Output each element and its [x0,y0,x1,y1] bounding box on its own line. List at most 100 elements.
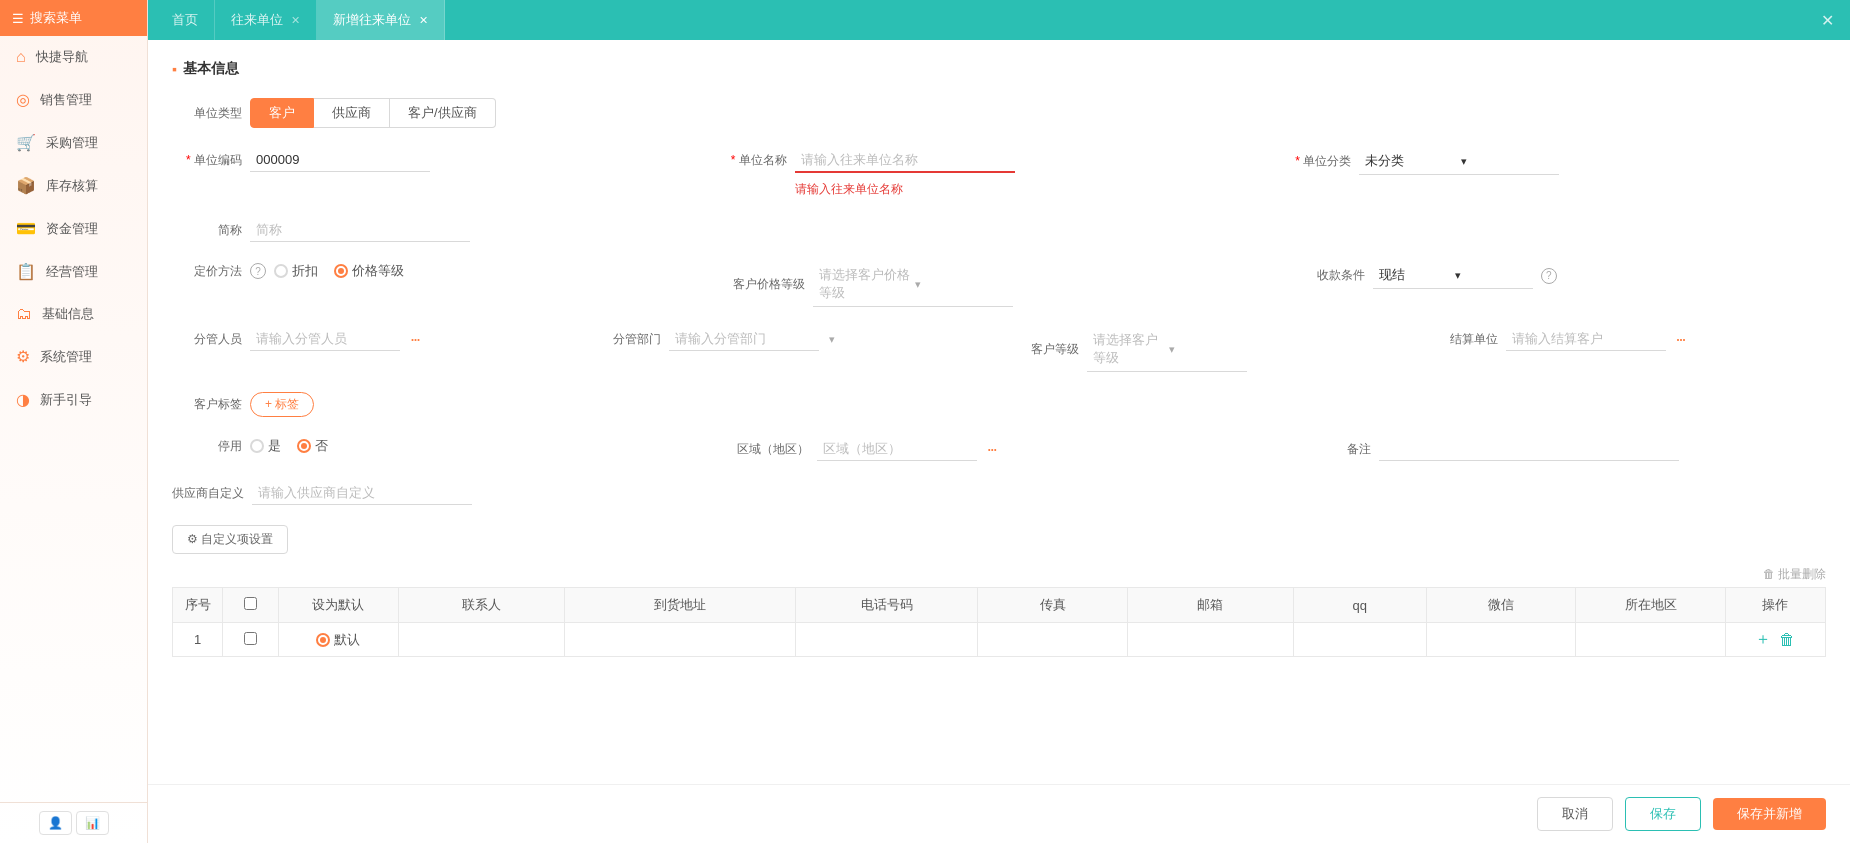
row-default-radio[interactable] [316,633,330,647]
manager-more-icon[interactable]: ··· [408,329,421,350]
unit-type-supplier-btn[interactable]: 供应商 [314,98,390,128]
tab-new-partner-label: 新增往来单位 [333,11,411,29]
sidebar-search[interactable]: ☰ 搜索菜单 [0,0,147,36]
sidebar-item-system[interactable]: ⚙ 系统管理 [0,335,147,378]
pricing-radio-group: 折扣 价格等级 [274,262,404,280]
row-phone-input[interactable] [842,632,932,647]
row-contact-cell [398,623,564,657]
cancel-button[interactable]: 取消 [1537,797,1613,831]
abbr-label: 简称 [172,222,242,239]
sidebar-item-label: 库存核算 [46,177,98,195]
tab-home-label: 首页 [172,11,198,29]
customer-level-arrow-icon: ▾ [1169,343,1241,356]
sidebar-item-inventory[interactable]: 📦 库存核算 [0,164,147,207]
payment-help-icon[interactable]: ? [1541,268,1557,284]
payment-terms-select[interactable]: 现结 ▾ [1373,262,1533,289]
pricing-radio-discount[interactable]: 折扣 [274,262,318,280]
col-default: 设为默认 [278,588,398,623]
section-icon: ▪ [172,61,177,77]
form-content: ▪ 基本信息 单位类型 客户 供应商 客户/供应商 单位编码 单位名称 [148,40,1850,784]
select-all-checkbox[interactable] [244,597,257,610]
manager-label: 分管人员 [172,331,242,348]
unit-category-select[interactable]: 未分类 ▾ [1359,148,1559,175]
pricing-row: 定价方法 ? 折扣 价格等级 客户价格等级 请选择客户价格等级 [172,262,1826,307]
sidebar-item-quick-nav[interactable]: ⌂ 快捷导航 [0,36,147,78]
abbr-input[interactable] [250,218,470,242]
region-input[interactable] [817,437,977,461]
remarks-input[interactable] [1379,437,1679,461]
pricing-method-label: 定价方法 [172,263,242,280]
remarks-field: 备注 [1301,437,1826,461]
disabled-radio-yes[interactable]: 是 [250,437,281,455]
unit-type-customer-btn[interactable]: 客户 [250,98,314,128]
manager-input[interactable] [250,327,400,351]
guide-icon: ◑ [16,390,30,409]
tab-partners-close[interactable]: ✕ [291,14,300,27]
customer-level-placeholder: 请选择客户等级 [1093,331,1165,367]
sidebar-item-purchase[interactable]: 🛒 采购管理 [0,121,147,164]
section-title-text: 基本信息 [183,60,239,78]
save-button[interactable]: 保存 [1625,797,1701,831]
row-fax-input[interactable] [1018,632,1088,647]
row-email-input[interactable] [1170,632,1250,647]
add-tag-button[interactable]: + 标签 [250,392,314,417]
region-field: 区域（地区） ··· [737,437,1262,461]
col-checkbox [223,588,279,623]
customer-price-level-select[interactable]: 请选择客户价格等级 ▾ [813,262,1013,307]
tab-partners[interactable]: 往来单位 ✕ [215,0,317,40]
pricing-help-icon[interactable]: ? [250,263,266,279]
sidebar-item-sales[interactable]: ◎ 销售管理 [0,78,147,121]
purchase-icon: 🛒 [16,133,36,152]
search-icon: ☰ [12,11,24,26]
pricing-method-field: 定价方法 ? 折扣 价格等级 [172,262,703,280]
sidebar-item-operations[interactable]: 📋 经营管理 [0,250,147,293]
settlement-input[interactable] [1506,327,1666,351]
pricing-radio-level[interactable]: 价格等级 [334,262,404,280]
tab-home[interactable]: 首页 [156,0,215,40]
col-action: 操作 [1725,588,1825,623]
dept-input[interactable] [669,327,819,351]
row-seq: 1 [173,623,223,657]
settlement-more-icon[interactable]: ··· [1674,329,1687,350]
row-wechat-input[interactable] [1466,632,1536,647]
unit-type-row: 单位类型 客户 供应商 客户/供应商 [172,98,1826,128]
table-body: 1 默认 [173,623,1826,657]
batch-delete-button[interactable]: 🗑 批量删除 [1763,566,1826,583]
unit-type-both-btn[interactable]: 客户/供应商 [390,98,496,128]
sidebar-item-basic[interactable]: 🗂 基础信息 [0,293,147,335]
row-checkbox[interactable] [244,632,257,645]
col-wechat: 微信 [1426,588,1575,623]
unit-code-input[interactable] [250,148,430,172]
dept-arrow-icon: ▾ [829,333,835,346]
manager-row: 分管人员 ··· 分管部门 ▾ 客户等级 请选择客户等级 ▾ 结算单位 ··· [172,327,1826,372]
save-new-button[interactable]: 保存并新增 [1713,798,1826,830]
row-wechat-cell [1426,623,1575,657]
sidebar-stats-btn[interactable]: 📊 [76,811,109,835]
sidebar-item-guide[interactable]: ◑ 新手引导 [0,378,147,421]
row-delete-icon[interactable]: 🗑 [1779,631,1795,649]
manager-field: 分管人员 ··· [172,327,571,351]
tab-new-partner[interactable]: 新增往来单位 ✕ [317,0,445,40]
row-contact-input[interactable] [441,632,521,647]
row-region-input[interactable] [1616,632,1686,647]
tabs-close-all-btn[interactable]: ✕ [1813,11,1842,30]
row-add-icon[interactable]: ＋ [1755,629,1771,650]
sidebar-item-label: 系统管理 [40,348,92,366]
customer-level-select[interactable]: 请选择客户等级 ▾ [1087,327,1247,372]
disabled-label: 停用 [172,438,242,455]
row-address-input[interactable] [620,632,740,647]
row-qq-input[interactable] [1330,632,1390,647]
sidebar-bottom: 👤 📊 [0,802,147,843]
no-radio-label: 否 [315,437,328,455]
supplier-custom-input[interactable] [252,481,472,505]
custom-settings-button[interactable]: ⚙ 自定义项设置 [172,525,288,554]
unit-name-input[interactable] [795,148,1015,173]
disabled-radio-no[interactable]: 否 [297,437,328,455]
sidebar-item-finance[interactable]: 💳 资金管理 [0,207,147,250]
tab-new-partner-close[interactable]: ✕ [419,14,428,27]
region-more-icon[interactable]: ··· [985,439,998,460]
discount-radio-label: 折扣 [292,262,318,280]
unit-name-field: 单位名称 请输入往来单位名称 [717,148,1262,198]
sidebar-user-btn[interactable]: 👤 [39,811,72,835]
tags-label: 客户标签 [172,396,242,413]
